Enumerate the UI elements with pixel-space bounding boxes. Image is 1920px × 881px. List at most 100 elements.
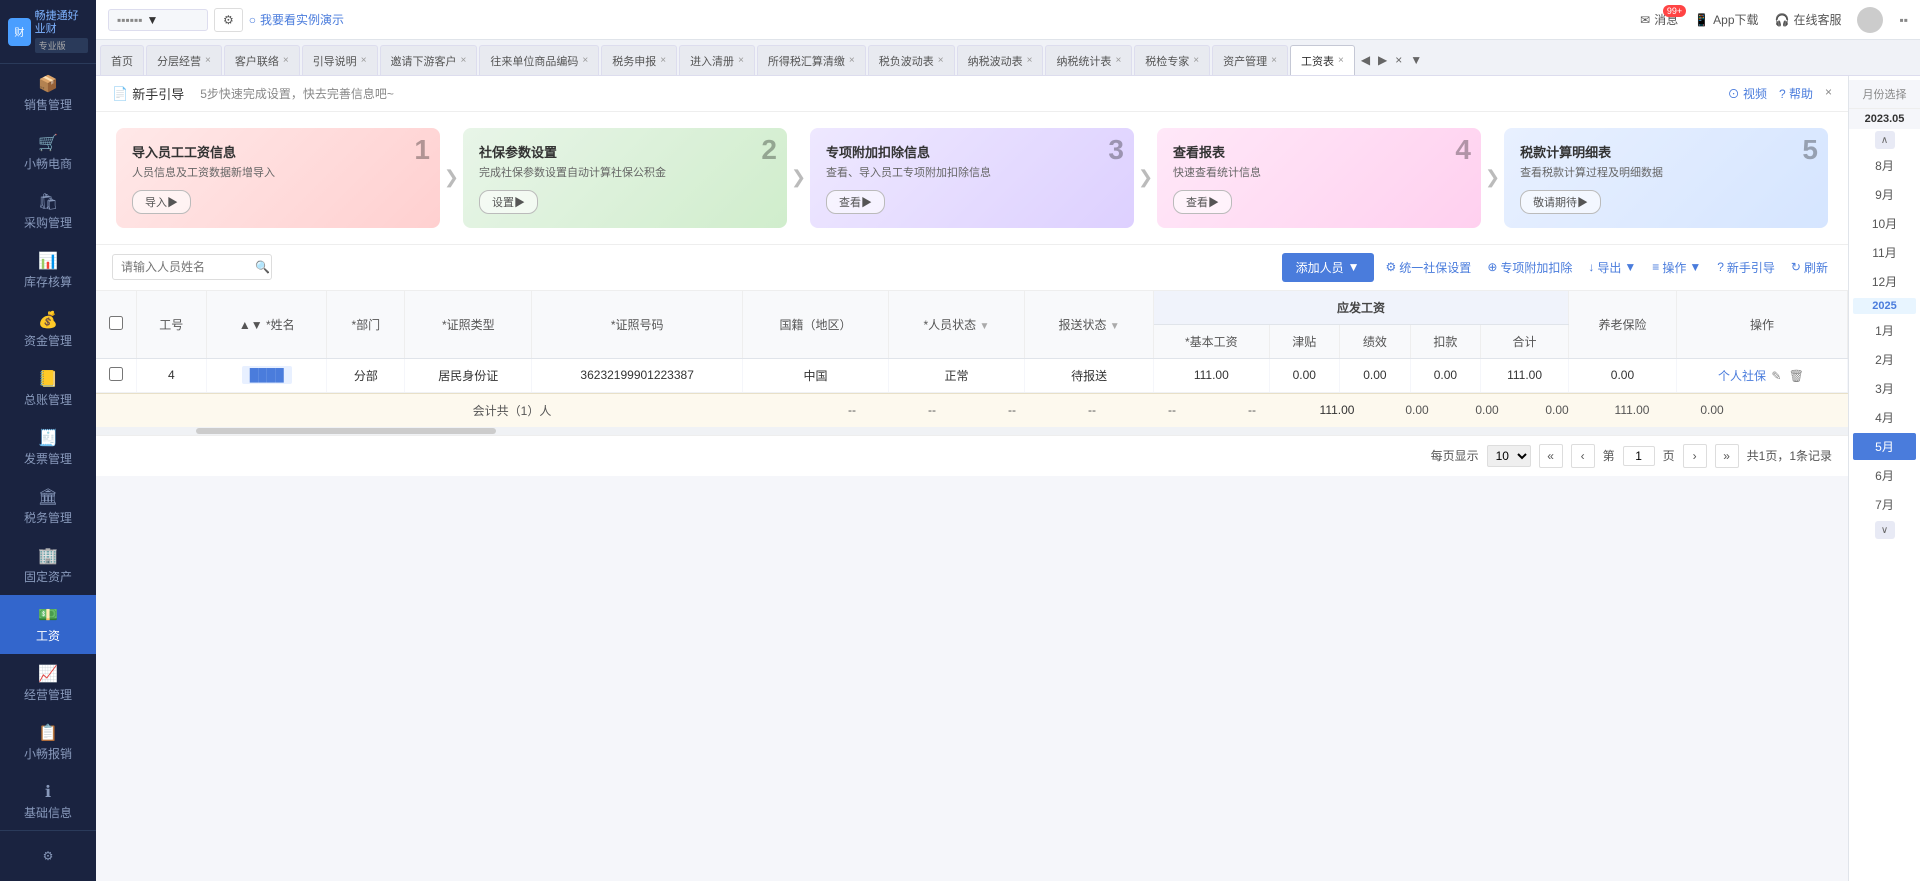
report-status-filter-icon[interactable]: ▼: [1110, 321, 1120, 332]
sidebar-item-purchase[interactable]: 🛍采购管理: [0, 182, 96, 241]
tab-nav-next[interactable]: ▶: [1374, 45, 1391, 75]
message-button[interactable]: ✉ 消息 99+: [1640, 11, 1678, 28]
last-page-btn[interactable]: »: [1715, 444, 1739, 468]
tab-tax-report[interactable]: 税务申报×: [601, 45, 677, 75]
tab-customer[interactable]: 客户联络×: [224, 45, 300, 75]
month-item-12[interactable]: 12月: [1853, 268, 1916, 295]
status-filter-icon[interactable]: ▼: [980, 321, 990, 332]
month-nav-down-btn[interactable]: ∨: [1875, 521, 1895, 539]
month-item-9[interactable]: 9月: [1853, 181, 1916, 208]
sidebar-item-invoice[interactable]: 🧾发票管理: [0, 418, 96, 477]
close-icon[interactable]: ×: [660, 55, 666, 66]
month-item-3[interactable]: 3月: [1853, 375, 1916, 402]
month-item-4[interactable]: 4月: [1853, 404, 1916, 431]
tab-tax-wave[interactable]: 纳税波动表×: [957, 45, 1044, 75]
page-input[interactable]: [1623, 446, 1655, 466]
tab-close-all[interactable]: ×: [1391, 45, 1406, 75]
sidebar-item-ecom[interactable]: 🛒小畅电商: [0, 123, 96, 182]
tab-home[interactable]: 首页: [100, 45, 144, 75]
select-all-checkbox[interactable]: [109, 316, 123, 330]
guide-help-btn[interactable]: ? 帮助: [1779, 85, 1813, 102]
tab-salary-table[interactable]: 工资表×: [1290, 45, 1355, 75]
tab-invite[interactable]: 邀请下游客户×: [380, 45, 478, 75]
close-icon[interactable]: ×: [1338, 55, 1344, 66]
month-item-2[interactable]: 2月: [1853, 346, 1916, 373]
month-item-8[interactable]: 8月: [1853, 152, 1916, 179]
tab-tax-stat[interactable]: 纳税统计表×: [1045, 45, 1132, 75]
sidebar-item-sales[interactable]: 📦销售管理: [0, 64, 96, 123]
settings-button[interactable]: ⚙: [0, 841, 96, 871]
close-icon[interactable]: ×: [361, 55, 367, 66]
action-delete-icon[interactable]: 🗑: [1787, 369, 1806, 383]
close-icon[interactable]: ×: [582, 55, 588, 66]
tab-more[interactable]: ▼: [1406, 45, 1426, 75]
sidebar-item-ledger[interactable]: 📒总账管理: [0, 359, 96, 418]
horizontal-scrollbar[interactable]: [96, 427, 1848, 435]
close-icon[interactable]: ×: [1027, 55, 1033, 66]
tab-tax-exempt[interactable]: 税负波动表×: [868, 45, 955, 75]
close-icon[interactable]: ×: [938, 55, 944, 66]
action-edit-icon[interactable]: ✎: [1769, 369, 1783, 383]
close-icon[interactable]: ×: [205, 55, 211, 66]
step-1-btn[interactable]: 导入▶: [132, 190, 191, 214]
search-input-wrap[interactable]: 🔍: [112, 254, 272, 280]
settings-gear-btn[interactable]: ⚙: [214, 8, 243, 32]
month-item-6[interactable]: 6月: [1853, 462, 1916, 489]
row-select-checkbox[interactable]: [109, 367, 123, 381]
page-size-select[interactable]: 10 20 50: [1487, 445, 1531, 467]
action-personal-insurance[interactable]: 个人社保: [1718, 369, 1766, 383]
tab-nav-prev[interactable]: ◀: [1357, 45, 1374, 75]
sidebar-item-report[interactable]: 📋小畅报销: [0, 713, 96, 772]
step-4-btn[interactable]: 查看▶: [1173, 190, 1232, 214]
step-5-btn[interactable]: 敬请期待▶: [1520, 190, 1601, 214]
tab-income-tax[interactable]: 所得税汇算清缴×: [757, 45, 866, 75]
online-service-button[interactable]: 🎧 在线客服: [1775, 11, 1842, 28]
demo-button[interactable]: ○ 我要看实例演示: [249, 11, 344, 28]
next-page-btn[interactable]: ›: [1683, 444, 1707, 468]
sidebar-item-finance[interactable]: 💰资金管理: [0, 300, 96, 359]
tab-guide-intro[interactable]: 引导说明×: [302, 45, 378, 75]
step-3-btn[interactable]: 查看▶: [826, 190, 885, 214]
month-nav-up[interactable]: ∧: [1875, 131, 1895, 149]
close-icon[interactable]: ×: [1193, 55, 1199, 66]
sidebar-item-operation[interactable]: 📈经营管理: [0, 654, 96, 713]
sidebar-item-salary[interactable]: 💵工资: [0, 595, 96, 654]
refresh-btn[interactable]: ↻ 刷新: [1787, 259, 1832, 276]
search-icon[interactable]: 🔍: [255, 260, 270, 274]
operations-btn[interactable]: ≡ 操作 ▼: [1648, 259, 1705, 276]
tab-product-code[interactable]: 往来单位商品编码×: [479, 45, 599, 75]
tab-partition[interactable]: 分层经营×: [146, 45, 222, 75]
search-input[interactable]: [121, 260, 251, 274]
user-select[interactable]: ▪▪▪▪▪▪ ▼: [108, 9, 208, 31]
sidebar-item-basic[interactable]: ℹ基础信息: [0, 772, 96, 830]
tab-tax-expert[interactable]: 税检专家×: [1134, 45, 1210, 75]
close-icon[interactable]: ×: [283, 55, 289, 66]
month-item-5[interactable]: 5月: [1853, 433, 1916, 460]
sidebar-item-asset[interactable]: 🏢固定资产: [0, 536, 96, 595]
step-2-btn[interactable]: 设置▶: [479, 190, 538, 214]
add-person-button[interactable]: 添加人员 ▼: [1282, 253, 1374, 282]
month-item-11[interactable]: 11月: [1853, 239, 1916, 266]
special-deduction-btn[interactable]: ⊕ 专项附加扣除: [1483, 259, 1576, 276]
tab-asset-mgmt[interactable]: 资产管理×: [1212, 45, 1288, 75]
close-icon[interactable]: ×: [1271, 55, 1277, 66]
close-icon[interactable]: ×: [738, 55, 744, 66]
close-icon[interactable]: ×: [461, 55, 467, 66]
scrollbar-thumb[interactable]: [196, 428, 496, 434]
close-icon[interactable]: ×: [849, 55, 855, 66]
guide-close-btn[interactable]: ×: [1825, 85, 1832, 102]
sidebar-item-tax[interactable]: 🏛税务管理: [0, 477, 96, 536]
prev-page-btn[interactable]: ‹: [1571, 444, 1595, 468]
first-page-btn[interactable]: «: [1539, 444, 1563, 468]
guide-btn[interactable]: ? 新手引导: [1713, 259, 1779, 276]
social-insurance-btn[interactable]: ⚙ 统一社保设置: [1382, 259, 1476, 276]
month-item-7[interactable]: 7月: [1853, 491, 1916, 518]
sidebar-item-inventory[interactable]: 📊库存核算: [0, 241, 96, 300]
more-icon[interactable]: ▪▪: [1899, 13, 1908, 27]
month-item-1[interactable]: 1月: [1853, 317, 1916, 344]
export-btn[interactable]: ↓ 导出 ▼: [1584, 259, 1640, 276]
tab-clear[interactable]: 进入清册×: [679, 45, 755, 75]
app-download-button[interactable]: 📱 App下载: [1694, 11, 1758, 28]
month-item-10[interactable]: 10月: [1853, 210, 1916, 237]
guide-video-btn[interactable]: ⊙ 视频: [1728, 85, 1767, 102]
